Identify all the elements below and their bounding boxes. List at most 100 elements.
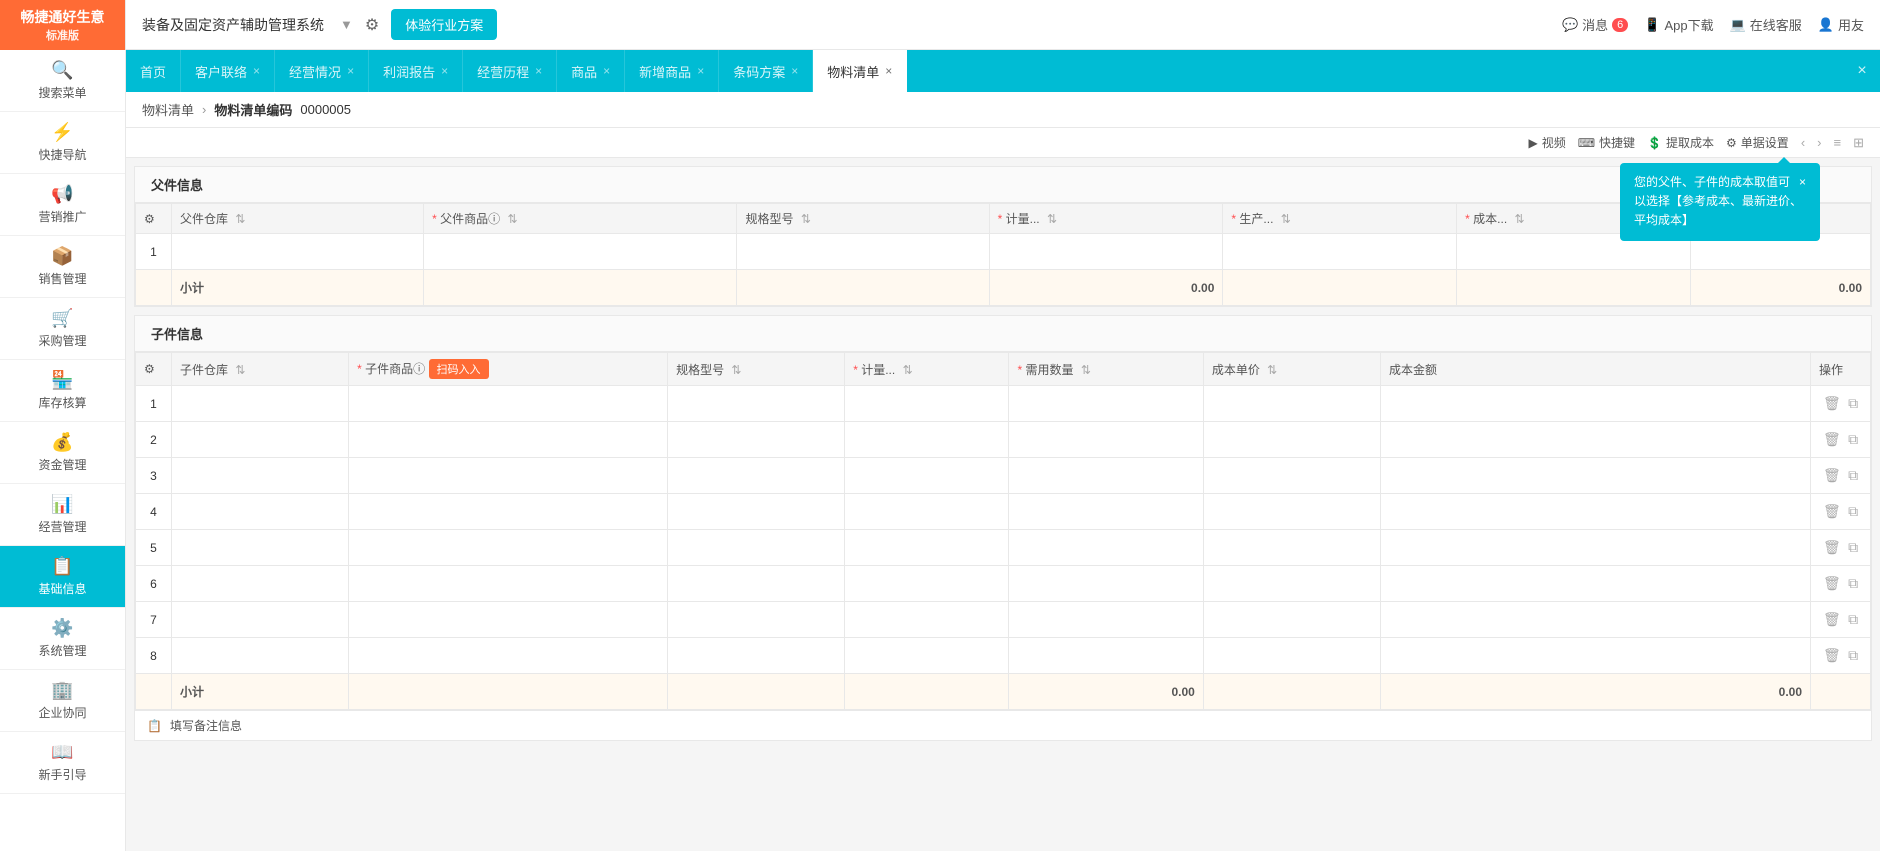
breadcrumb-bom[interactable]: 物料清单 <box>142 100 194 119</box>
child-row-5-goods[interactable] <box>349 530 668 566</box>
child-row-7-unit-cost[interactable] <box>1203 602 1380 638</box>
toolbar-nav-grid[interactable]: ⊞ <box>1853 135 1864 151</box>
child-row-7-qty[interactable] <box>1009 602 1203 638</box>
tab-customer[interactable]: 客户联络 × <box>181 50 275 92</box>
sidebar-item-inventory[interactable]: 🏪 库存核算 <box>0 360 125 422</box>
parent-row-1-goods[interactable] <box>424 234 737 270</box>
child-row-6-warehouse[interactable] <box>172 566 349 602</box>
child-row-2-unit-cost[interactable] <box>1203 422 1380 458</box>
parent-row-1-unit[interactable] <box>989 234 1223 270</box>
child-row-6-goods[interactable] <box>349 566 668 602</box>
child-row-5-delete[interactable]: 🗑 <box>1823 539 1841 555</box>
child-row-5-qty[interactable] <box>1009 530 1203 566</box>
system-title-dropdown[interactable]: ▼ <box>340 17 353 32</box>
child-row-1-copy[interactable]: ⧉ <box>1848 395 1858 411</box>
child-row-4-unit-cost[interactable] <box>1203 494 1380 530</box>
child-row-1-delete[interactable]: 🗑 <box>1823 395 1841 411</box>
child-row-5-copy[interactable]: ⧉ <box>1848 539 1858 555</box>
child-row-3-qty[interactable] <box>1009 458 1203 494</box>
child-row-3-goods[interactable] <box>349 458 668 494</box>
tab-barcode[interactable]: 条码方案 × <box>719 50 813 92</box>
parent-col-settings[interactable]: ⚙ <box>136 204 172 234</box>
child-row-1-unit-cost[interactable] <box>1203 386 1380 422</box>
child-row-1-warehouse[interactable] <box>172 386 349 422</box>
child-row-4-goods[interactable] <box>349 494 668 530</box>
child-row-7-goods[interactable] <box>349 602 668 638</box>
child-row-1-goods[interactable] <box>349 386 668 422</box>
tab-customer-close[interactable]: × <box>253 64 260 78</box>
tab-add-goods[interactable]: 新增商品 × <box>625 50 719 92</box>
child-row-2-unit[interactable] <box>845 422 1009 458</box>
view-video-button[interactable]: ▶ 视频 <box>1528 134 1565 151</box>
tab-goods[interactable]: 商品 × <box>557 50 625 92</box>
sidebar-item-system[interactable]: ⚙️ 系统管理 <box>0 608 125 670</box>
tab-profit-report[interactable]: 利润报告 × <box>369 50 463 92</box>
child-row-2-qty[interactable] <box>1009 422 1203 458</box>
extract-cost-button[interactable]: 💲 提取成本 <box>1647 134 1714 151</box>
sidebar-item-search[interactable]: 🔍 搜索菜单 <box>0 50 125 112</box>
child-row-8-delete[interactable]: 🗑 <box>1823 647 1841 663</box>
tab-home[interactable]: 首页 <box>126 50 181 92</box>
child-row-7-spec[interactable] <box>668 602 845 638</box>
child-row-2-spec[interactable] <box>668 422 845 458</box>
child-row-3-spec[interactable] <box>668 458 845 494</box>
tooltip-close-button[interactable]: × <box>1799 173 1806 192</box>
child-row-4-warehouse[interactable] <box>172 494 349 530</box>
child-row-8-unit[interactable] <box>845 638 1009 674</box>
sidebar-item-finance[interactable]: 💰 资金管理 <box>0 422 125 484</box>
tab-operation-status[interactable]: 经营情况 × <box>275 50 369 92</box>
child-row-6-copy[interactable]: ⧉ <box>1848 575 1858 591</box>
tab-goods-close[interactable]: × <box>603 64 610 78</box>
child-row-4-copy[interactable]: ⧉ <box>1848 503 1858 519</box>
child-row-1-unit[interactable] <box>845 386 1009 422</box>
child-col-settings[interactable]: ⚙ <box>136 353 172 386</box>
tab-barcode-close[interactable]: × <box>791 64 798 78</box>
child-row-3-delete[interactable]: 🗑 <box>1823 467 1841 483</box>
child-row-8-copy[interactable]: ⧉ <box>1848 647 1858 663</box>
child-row-6-unit[interactable] <box>845 566 1009 602</box>
child-row-6-qty[interactable] <box>1009 566 1203 602</box>
child-row-6-spec[interactable] <box>668 566 845 602</box>
child-row-8-unit-cost[interactable] <box>1203 638 1380 674</box>
toolbar-nav-prev[interactable]: ‹ <box>1801 135 1805 150</box>
single-setting-button[interactable]: ⚙ 单据设置 <box>1726 134 1789 151</box>
online-service-button[interactable]: 💻 在线客服 <box>1730 15 1802 34</box>
shortcut-button[interactable]: ⌨ 快捷键 <box>1578 134 1635 151</box>
tab-operation-status-close[interactable]: × <box>347 64 354 78</box>
trial-button[interactable]: 体验行业方案 <box>391 9 497 40</box>
child-row-8-spec[interactable] <box>668 638 845 674</box>
child-row-4-qty[interactable] <box>1009 494 1203 530</box>
child-row-7-unit[interactable] <box>845 602 1009 638</box>
child-row-7-warehouse[interactable] <box>172 602 349 638</box>
close-all-tabs-button[interactable]: × <box>1844 50 1880 92</box>
sidebar-item-basic-info[interactable]: 📋 基础信息 <box>0 546 125 608</box>
child-row-5-unit-cost[interactable] <box>1203 530 1380 566</box>
child-row-3-warehouse[interactable] <box>172 458 349 494</box>
child-row-1-spec[interactable] <box>668 386 845 422</box>
child-row-1-qty[interactable] <box>1009 386 1203 422</box>
child-row-7-copy[interactable]: ⧉ <box>1848 611 1858 627</box>
child-row-6-delete[interactable]: 🗑 <box>1823 575 1841 591</box>
message-button[interactable]: 💬 消息 6 <box>1562 15 1628 34</box>
child-row-8-goods[interactable] <box>349 638 668 674</box>
child-row-5-warehouse[interactable] <box>172 530 349 566</box>
child-row-3-unit-cost[interactable] <box>1203 458 1380 494</box>
child-row-4-unit[interactable] <box>845 494 1009 530</box>
child-row-3-copy[interactable]: ⧉ <box>1848 467 1858 483</box>
sidebar-item-sales[interactable]: 📦 销售管理 <box>0 236 125 298</box>
child-row-2-warehouse[interactable] <box>172 422 349 458</box>
child-row-2-copy[interactable]: ⧉ <box>1848 431 1858 447</box>
child-row-2-goods[interactable] <box>349 422 668 458</box>
tab-operation-history[interactable]: 经营历程 × <box>463 50 557 92</box>
parent-row-1-spec[interactable] <box>737 234 989 270</box>
child-row-7-delete[interactable]: 🗑 <box>1823 611 1841 627</box>
tab-bom-close[interactable]: × <box>885 64 892 78</box>
sidebar-item-quick-nav[interactable]: ⚡ 快捷导航 <box>0 112 125 174</box>
parent-row-1-warehouse[interactable] <box>172 234 424 270</box>
sidebar-item-guide[interactable]: 📖 新手引导 <box>0 732 125 794</box>
settings-button[interactable]: ⚙ <box>365 15 379 35</box>
app-download-button[interactable]: 📱 App下载 <box>1644 15 1713 34</box>
tab-add-goods-close[interactable]: × <box>697 64 704 78</box>
toolbar-nav-next[interactable]: › <box>1817 135 1821 150</box>
toolbar-nav-list[interactable]: ≡ <box>1834 135 1842 150</box>
